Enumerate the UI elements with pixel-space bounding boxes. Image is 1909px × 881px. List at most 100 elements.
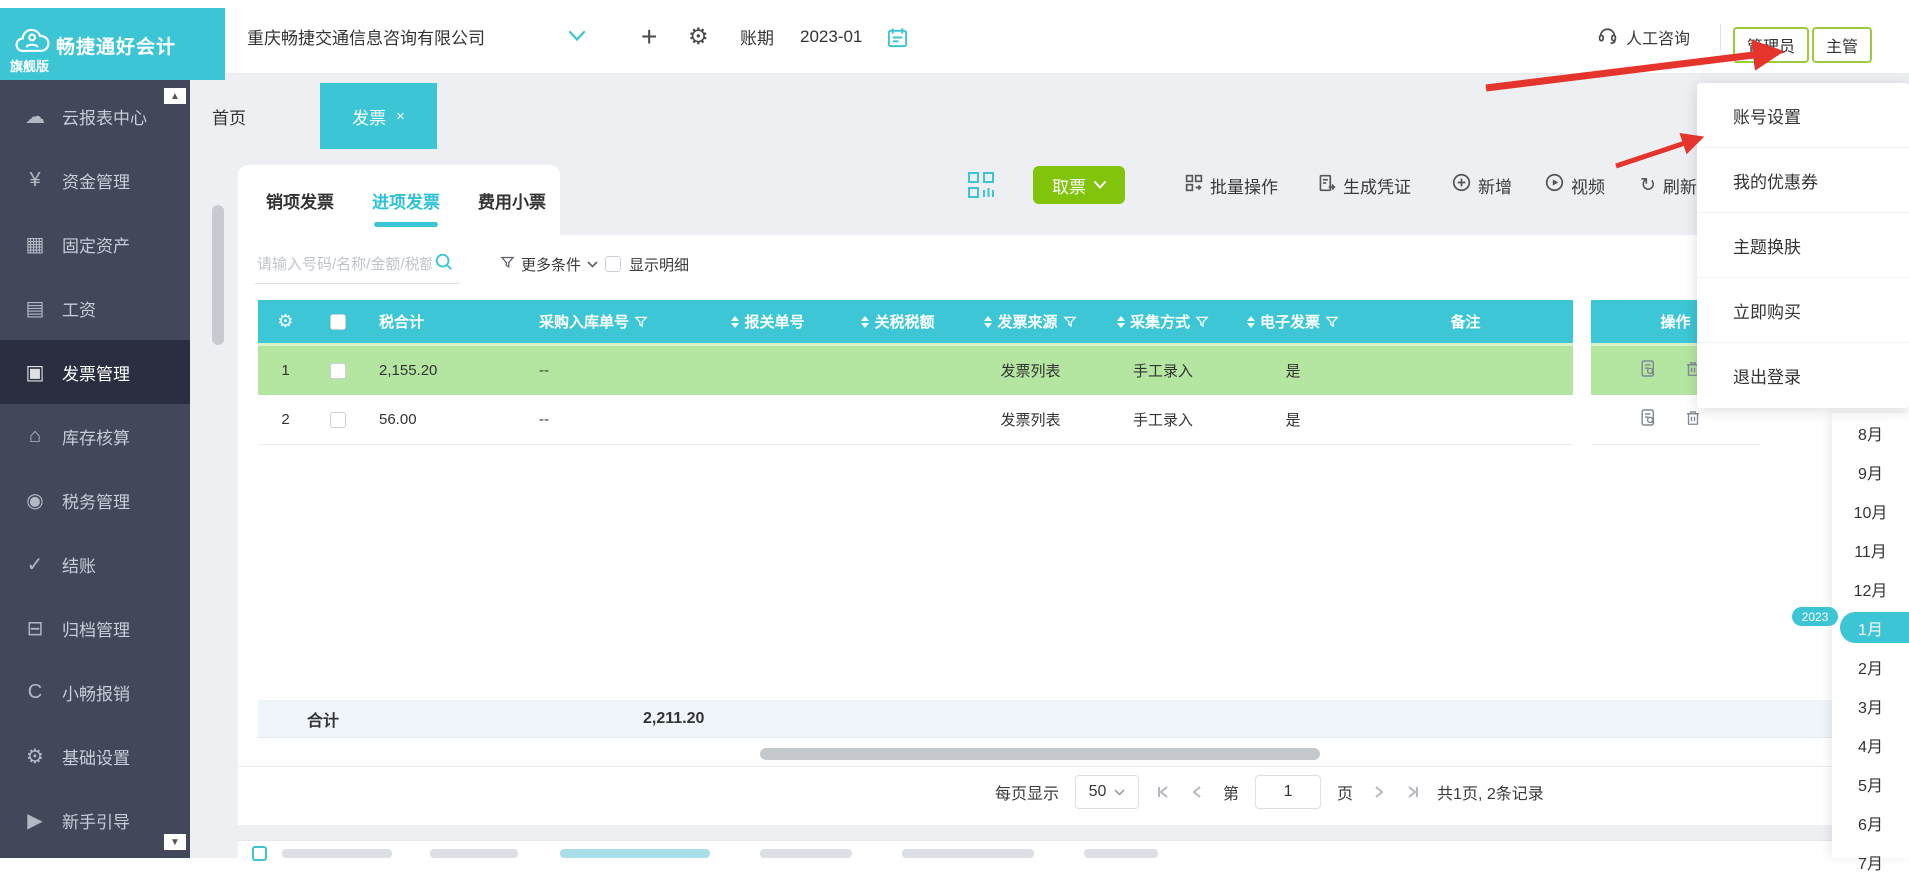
column-header-customs_no[interactable]: 报关单号: [703, 300, 833, 343]
close-icon[interactable]: ×: [396, 108, 405, 125]
row-checkbox[interactable]: [330, 411, 346, 428]
sidebar-item-小畅报销[interactable]: C 小畅报销: [0, 660, 190, 724]
column-header-einvoice[interactable]: 电子发票: [1228, 300, 1358, 343]
circle-play-icon: [1545, 173, 1564, 197]
sidebar-item-label: 税务管理: [62, 492, 130, 512]
column-header-purchase_no[interactable]: 采购入库单号: [523, 300, 703, 343]
sidebar-item-发票管理[interactable]: ▣ 发票管理: [0, 340, 190, 404]
record-summary: 共1页, 2条记录: [1437, 786, 1544, 803]
tab-invoice[interactable]: 发票 ×: [320, 83, 437, 149]
circle-plus-icon: [1452, 173, 1471, 197]
menu-item-buy-now[interactable]: 立即购买: [1697, 278, 1909, 343]
grid-icon: [1185, 174, 1203, 197]
sidebar-item-资金管理[interactable]: ¥ 资金管理: [0, 148, 190, 212]
table-header-row: ⚙ 税合计 采购入库单号 报关单号 关税税额 发票来源 采集方式 电子发票 备注: [258, 300, 1573, 343]
column-header-check[interactable]: [313, 300, 363, 343]
gear-icon[interactable]: ⚙: [277, 311, 293, 332]
gear-icon[interactable]: ⚙: [688, 0, 709, 73]
add-account-set-icon[interactable]: +: [641, 0, 657, 73]
role-supervisor-button[interactable]: 主管: [1812, 27, 1873, 63]
subtab-purchase-invoice[interactable]: 进项发票: [372, 188, 440, 227]
batch-operation-button[interactable]: 批量操作: [1185, 166, 1278, 204]
sidebar-item-归档管理[interactable]: ⊟ 归档管理: [0, 596, 190, 660]
generate-voucher-button[interactable]: 生成凭证: [1318, 166, 1411, 204]
column-header-source[interactable]: 发票来源: [963, 300, 1098, 343]
sidebar-item-label: 工资: [62, 300, 96, 320]
tab-home[interactable]: 首页: [212, 83, 246, 149]
funnel-icon[interactable]: [1195, 315, 1209, 329]
sidebar-scroll-up-icon[interactable]: ▲: [164, 88, 186, 104]
company-selector[interactable]: 重庆畅捷交通信息咨询有限公司: [247, 0, 485, 73]
month-label: 9月: [1858, 465, 1883, 483]
video-button[interactable]: 视频: [1545, 166, 1605, 204]
vertical-scrollbar-thumb[interactable]: [212, 205, 224, 345]
month-item-12月[interactable]: 12月: [1832, 569, 1909, 608]
subtab-expense-receipt[interactable]: 费用小票: [478, 188, 546, 213]
sort-arrows-icon[interactable]: [1246, 315, 1255, 328]
funnel-icon[interactable]: [634, 315, 648, 329]
menu-item-logout[interactable]: 退出登录: [1697, 343, 1909, 408]
month-item-3月[interactable]: 3月: [1832, 686, 1909, 725]
trash-icon[interactable]: [1684, 408, 1702, 432]
sidebar-item-结账[interactable]: ✓ 结账: [0, 532, 190, 596]
funnel-icon[interactable]: [1325, 315, 1339, 329]
period-value[interactable]: 2023-01: [800, 0, 862, 73]
month-item-4月[interactable]: 4月: [1832, 725, 1909, 764]
column-header-customs_tax[interactable]: 关税税额: [833, 300, 963, 343]
sidebar-item-云报表中心[interactable]: ☁ 云报表中心: [0, 84, 190, 148]
subtab-sales-invoice[interactable]: 销项发票: [266, 188, 334, 213]
fetch-invoice-button[interactable]: 取票: [1033, 166, 1125, 204]
add-button[interactable]: 新增: [1452, 166, 1512, 204]
calendar-icon[interactable]: [886, 26, 909, 54]
menu-item-account-settings[interactable]: 账号设置: [1697, 83, 1909, 148]
show-detail-toggle[interactable]: 显示明细: [605, 252, 689, 276]
month-item-9月[interactable]: 9月: [1832, 452, 1909, 491]
month-item-11月[interactable]: 11月: [1832, 530, 1909, 569]
search-input[interactable]: [255, 254, 434, 274]
menu-item-my-coupons[interactable]: 我的优惠券: [1697, 148, 1909, 213]
sort-arrows-icon[interactable]: [984, 315, 993, 328]
row-checkbox[interactable]: [330, 362, 346, 379]
funnel-icon[interactable]: [1062, 315, 1077, 329]
month-item-8月[interactable]: 8月: [1832, 413, 1909, 452]
horizontal-scrollbar-thumb[interactable]: [760, 748, 1320, 760]
more-filters-button[interactable]: 更多条件: [500, 252, 598, 276]
sidebar-item-税务管理[interactable]: ◉ 税务管理: [0, 468, 190, 532]
doc-arrow-icon: [1318, 174, 1336, 197]
column-header-gear[interactable]: ⚙: [258, 300, 313, 343]
chevron-down-icon[interactable]: [568, 29, 586, 47]
doc-view-icon[interactable]: [1639, 359, 1658, 383]
sort-arrows-icon[interactable]: [861, 315, 870, 328]
month-item-10月[interactable]: 10月: [1832, 491, 1909, 530]
last-page-icon[interactable]: [1403, 783, 1421, 801]
sort-arrows-icon[interactable]: [1116, 315, 1125, 328]
month-item-2月[interactable]: 2月: [1832, 647, 1909, 686]
month-item-1月[interactable]: 1月: [1832, 608, 1909, 647]
refresh-button[interactable]: ↻ 刷新: [1640, 166, 1697, 204]
prev-page-icon[interactable]: [1189, 783, 1207, 801]
account-dropdown-menu: 账号设置 我的优惠券 主题换肤 立即购买 退出登录: [1697, 83, 1909, 408]
menu-item-theme-skin[interactable]: 主题换肤: [1697, 213, 1909, 278]
next-page-icon[interactable]: [1369, 783, 1387, 801]
sidebar-item-基础设置[interactable]: ⚙ 基础设置: [0, 724, 190, 788]
column-header-collect[interactable]: 采集方式: [1098, 300, 1228, 343]
per-page-select[interactable]: 50: [1075, 775, 1140, 809]
sidebar-scroll-down-icon[interactable]: ▼: [164, 834, 186, 850]
sidebar-item-新手引导[interactable]: ▶ 新手引导: [0, 788, 190, 852]
month-item-6月[interactable]: 6月: [1832, 803, 1909, 842]
first-page-icon[interactable]: [1155, 783, 1173, 801]
month-item-7月[interactable]: 7月: [1832, 842, 1909, 881]
support-link[interactable]: 人工咨询: [1597, 0, 1690, 73]
sidebar-item-工资[interactable]: ▤ 工资: [0, 276, 190, 340]
role-admin-button[interactable]: 管理员: [1733, 27, 1810, 63]
sidebar-item-库存核算[interactable]: ⌂ 库存核算: [0, 404, 190, 468]
sort-arrows-icon[interactable]: [731, 315, 740, 328]
select-all-checkbox[interactable]: [330, 313, 346, 330]
magnifier-icon[interactable]: [434, 252, 454, 277]
show-detail-checkbox[interactable]: [605, 256, 621, 272]
month-item-5月[interactable]: 5月: [1832, 764, 1909, 803]
page-number-input[interactable]: [1255, 775, 1322, 809]
qr-scan-icon[interactable]: [966, 166, 996, 204]
doc-view-icon[interactable]: [1639, 408, 1658, 432]
sidebar-item-固定资产[interactable]: ▦ 固定资产: [0, 212, 190, 276]
